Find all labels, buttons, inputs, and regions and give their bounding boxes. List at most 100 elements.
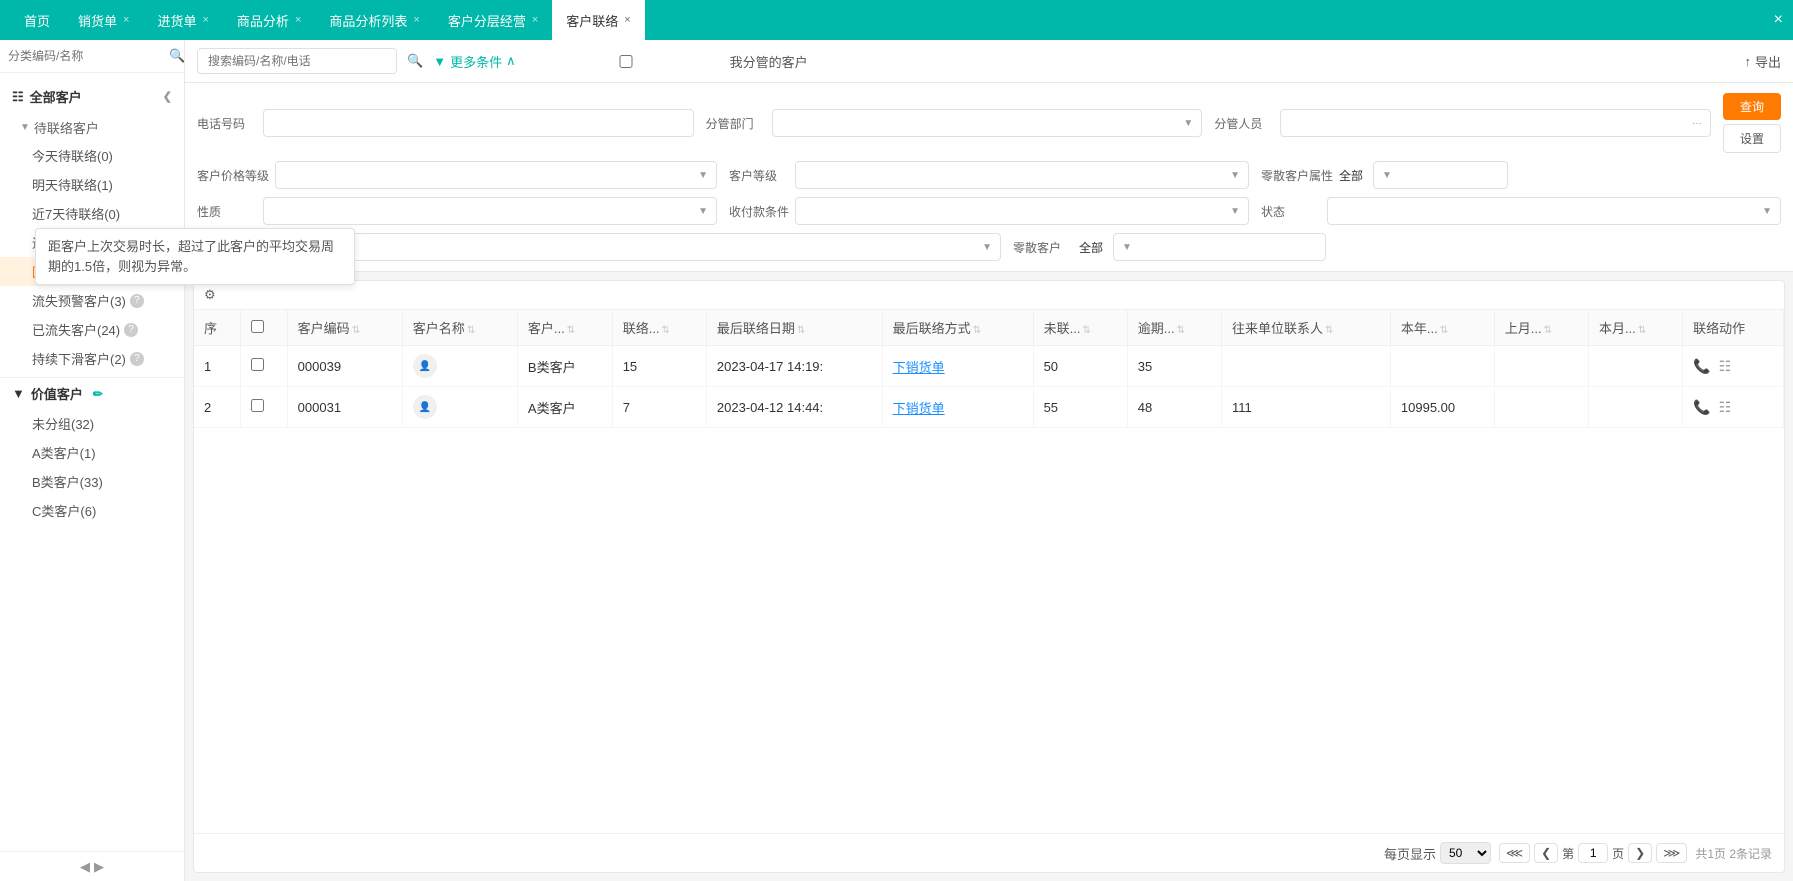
action-phone-icon[interactable]: 📞 [1693,358,1710,375]
phone-field: 电话号码 [197,109,694,137]
cell-last-type[interactable]: 下销货单 [882,387,1033,428]
sidebar-item-a-class[interactable]: A类客户(1) [0,438,184,467]
customer-price-grade-field: 客户价格等级 ▼ [197,161,717,189]
sidebar-tree: ☷ 全部客户 ❮ ▼ 待联络客户 今天待联络(0) 明天待联络(1) 近7天待联… [0,73,184,851]
branch-dept-field: 分管部门 ▼ [706,109,1203,137]
close-customer-tier-icon[interactable]: × [532,14,538,26]
export-button[interactable]: ↑ 导出 [1744,52,1781,71]
customer-price-grade-select[interactable]: ▼ [275,161,717,189]
close-purchase-icon[interactable]: × [202,14,208,26]
cell-action: 📞 ☷ [1683,387,1784,428]
branch-person-select[interactable]: ··· [1280,109,1711,137]
col-name[interactable]: 客户名称⇅ [402,310,517,346]
nav-item-home[interactable]: 首页 [10,0,64,40]
cell-action: 📞 ☷ [1683,346,1784,387]
sidebar-bottom: ◀ ▶ [0,851,184,881]
phone-input[interactable] [263,109,694,137]
sidebar-item-today[interactable]: 今天待联络(0) [0,141,184,170]
next-page-button[interactable]: ❯ [1628,843,1652,863]
nav-item-sales[interactable]: 销货单 × [64,0,143,40]
col-last-date[interactable]: 最后联络日期⇅ [706,310,882,346]
select-all-checkbox[interactable] [251,320,264,333]
cell-uncontacted: 55 [1033,387,1127,428]
sidebar-item-loss-warning[interactable]: 流失预警客户(3) ? [0,286,184,315]
filter-icon: ▼ [433,54,446,69]
sidebar-pending-contact-group[interactable]: ▼ 待联络客户 [0,112,184,141]
page-input[interactable] [1578,843,1608,863]
action-phone-icon-2[interactable]: 📞 [1693,399,1710,416]
action-grid-icon[interactable]: ☷ [1719,358,1732,375]
sidebar-search-icon[interactable]: 🔍 [169,48,185,64]
col-overdue[interactable]: 逾期...⇅ [1127,310,1221,346]
arrow-down-icon: ▼ [20,122,30,133]
search-button[interactable]: 🔍 [407,53,423,69]
close-product-analysis-icon[interactable]: × [295,14,301,26]
col-contact-person[interactable]: 往来单位联系人⇅ [1221,310,1390,346]
col-uncontacted[interactable]: 未联...⇅ [1033,310,1127,346]
branch-dept-select[interactable]: ▼ [772,109,1203,137]
sidebar-item-declining[interactable]: 持续下滑客户(2) ? [0,344,184,373]
window-close-button[interactable]: × [1774,11,1783,29]
nav-item-customer-tier[interactable]: 客户分层经营 × [434,0,552,40]
action-grid-icon-2[interactable]: ☷ [1719,399,1732,416]
col-last-type[interactable]: 最后联络方式⇅ [882,310,1033,346]
sidebar-item-b-class[interactable]: B类客户(33) [0,467,184,496]
col-code[interactable]: 客户编码⇅ [287,310,402,346]
payment-select[interactable]: ▼ [795,197,1249,225]
sort-icon-person: ⇅ [1325,325,1333,336]
search-input[interactable] [197,48,397,74]
cell-last-date: 2023-04-17 14:19: [706,346,882,387]
customer-type-select[interactable]: ▼ [299,233,1001,261]
edit-icon[interactable]: ✏ [93,387,103,401]
row-checkbox-2[interactable] [251,399,264,412]
prev-page-button[interactable]: ❮ [1534,843,1558,863]
query-button[interactable]: 查询 [1723,93,1781,120]
grid-icon: ☷ [12,89,24,105]
close-sales-icon[interactable]: × [123,14,129,26]
sidebar-item-tomorrow[interactable]: 明天待联络(1) [0,170,184,199]
sidebar-search-input[interactable] [8,49,163,63]
col-this-month[interactable]: 本月...⇅ [1588,310,1682,346]
close-customer-contact-icon[interactable]: × [624,14,630,26]
customer-grade-field: 客户等级 ▼ [729,161,1249,189]
row-checkbox-1[interactable] [251,358,264,371]
sidebar-item-c-class[interactable]: C类客户(6) [0,496,184,525]
cell-code: 000031 [287,387,402,428]
col-contact-count[interactable]: 联络...⇅ [612,310,706,346]
settings-button[interactable]: 设置 [1723,124,1781,153]
per-page-select[interactable]: 50 20 100 [1440,842,1491,864]
last-page-button[interactable]: ⋙ [1656,843,1687,863]
data-table: 序 客户编码⇅ 客户名称⇅ 客户...⇅ 联络...⇅ 最后联络日期⇅ 最后联络… [194,310,1784,833]
table-row: 1 000039 👤 B类客户 15 [194,346,1784,387]
chevron-down-icon4: ▼ [1230,170,1240,181]
sidebar-item-7days[interactable]: 近7天待联络(0) [0,199,184,228]
chevron-down-icon10: ▼ [1122,242,1132,253]
sidebar-value-customers-group[interactable]: ▼ 价值客户 ✏ [0,377,184,409]
nav-item-purchase[interactable]: 进货单 × [143,0,222,40]
gender-select[interactable]: ▼ [263,197,717,225]
table-row: 2 000031 👤 A类客户 7 [194,387,1784,428]
close-product-list-icon[interactable]: × [413,14,419,26]
cell-grade: A类客户 [517,387,612,428]
col-grade[interactable]: 客户...⇅ [517,310,612,346]
status-select[interactable]: ▼ [1327,197,1781,225]
nav-item-product-list[interactable]: 商品分析列表 × [315,0,433,40]
customer-grade-select[interactable]: ▼ [795,161,1249,189]
nav-item-customer-contact[interactable]: 客户联络 × [552,0,644,40]
table-settings-icon[interactable]: ⚙ [204,287,216,303]
nav-item-product-analysis[interactable]: 商品分析 × [223,0,315,40]
sidebar-item-lost[interactable]: 已流失客户(24) ? [0,315,184,344]
top-nav: 首页 销货单 × 进货单 × 商品分析 × 商品分析列表 × 客户分层经营 × … [0,0,1793,40]
col-this-year[interactable]: 本年...⇅ [1390,310,1494,346]
gender-field: 性质 ▼ [197,197,717,225]
sidebar-item-ungroup[interactable]: 未分组(32) [0,409,184,438]
first-page-button[interactable]: ⋘ [1499,843,1530,863]
my-customers-checkbox[interactable] [526,55,726,68]
cell-last-type[interactable]: 下销货单 [882,346,1033,387]
arrow-down-icon2: ▼ [12,386,25,401]
more-conditions-button[interactable]: ▼ 更多条件 ∧ [433,52,515,71]
retail-customer-select[interactable]: ▼ [1113,233,1326,261]
sidebar-all-customers[interactable]: ☷ 全部客户 ❮ [0,81,184,112]
retail-attr-select[interactable]: ▼ [1373,161,1508,189]
col-last-month[interactable]: 上月...⇅ [1494,310,1588,346]
